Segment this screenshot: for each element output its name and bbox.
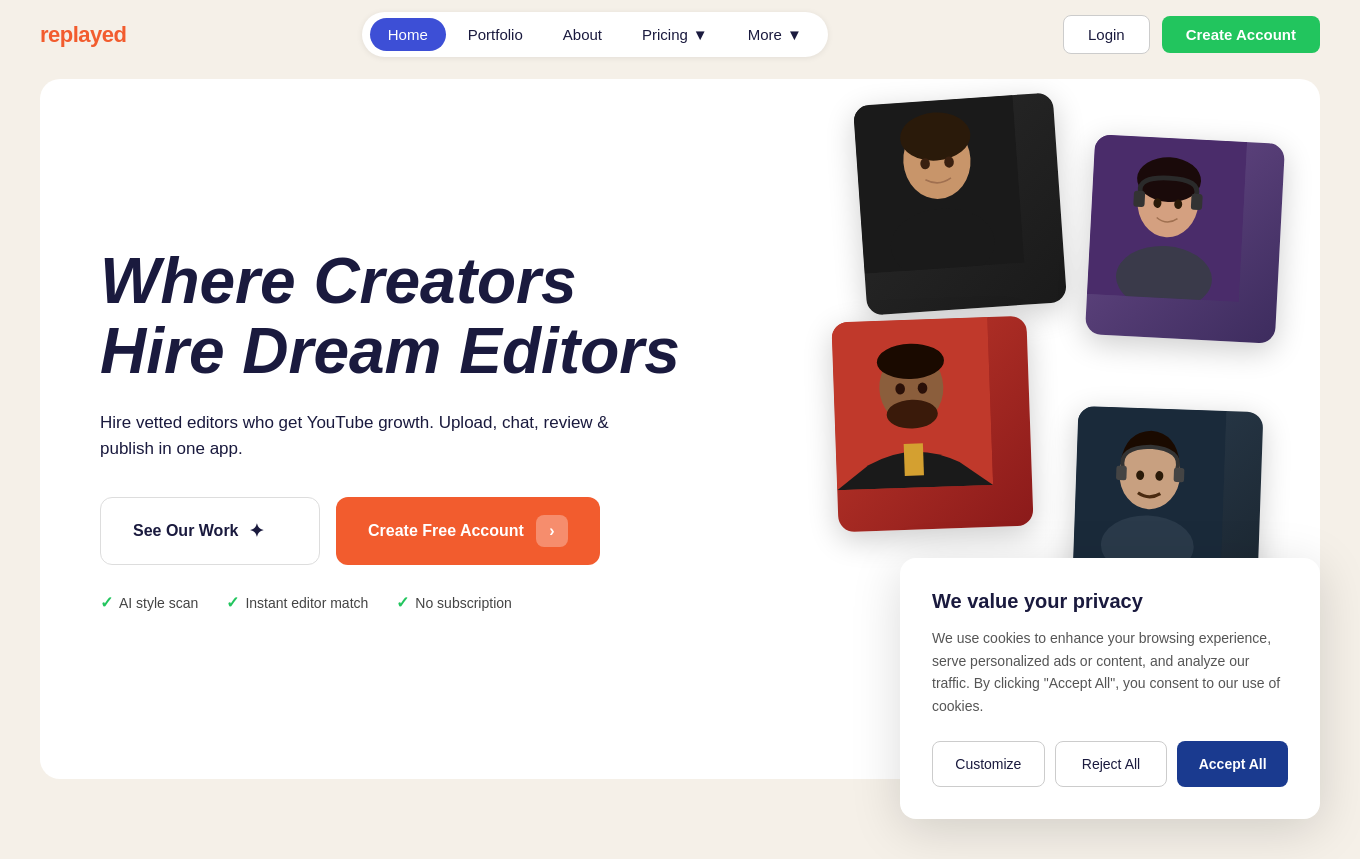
hero-title: Where Creators Hire Dream Editors xyxy=(100,246,700,387)
see-work-label: See Our Work xyxy=(133,522,239,540)
check-icon: ✓ xyxy=(100,593,113,612)
check-icon: ✓ xyxy=(226,593,239,612)
chevron-down-icon: ▼ xyxy=(693,26,708,43)
nav-link-home[interactable]: Home xyxy=(370,18,446,51)
svg-rect-24 xyxy=(1174,468,1185,483)
navbar: replayed Home Portfolio About Pricing ▼ … xyxy=(0,0,1360,69)
nav-links-container: Home Portfolio About Pricing ▼ More ▼ xyxy=(362,12,828,57)
feature-editor-match: ✓ Instant editor match xyxy=(226,593,368,612)
feature-ai-scan-label: AI style scan xyxy=(119,595,198,611)
editor-photo-3 xyxy=(831,316,1033,533)
feature-no-subscription-label: No subscription xyxy=(415,595,512,611)
login-button[interactable]: Login xyxy=(1063,15,1150,54)
accept-all-button[interactable]: Accept All xyxy=(1177,741,1288,787)
nav-link-more[interactable]: More ▼ xyxy=(730,18,820,51)
chevron-down-icon: ▼ xyxy=(787,26,802,43)
customize-button[interactable]: Customize xyxy=(932,741,1045,787)
editor-photo-1 xyxy=(853,92,1067,315)
brand-logo[interactable]: replayed xyxy=(40,22,127,48)
svg-rect-10 xyxy=(1191,194,1203,211)
create-free-button[interactable]: Create Free Account › xyxy=(336,497,600,565)
hero-section: Where Creators Hire Dream Editors Hire v… xyxy=(40,186,760,673)
nav-link-pricing[interactable]: Pricing ▼ xyxy=(624,18,726,51)
nav-actions: Login Create Account xyxy=(1063,15,1320,54)
feature-no-subscription: ✓ No subscription xyxy=(396,593,512,612)
svg-rect-23 xyxy=(1116,466,1127,481)
check-icon: ✓ xyxy=(396,593,409,612)
nav-link-about[interactable]: About xyxy=(545,18,620,51)
create-free-label: Create Free Account xyxy=(368,522,524,540)
hero-features: ✓ AI style scan ✓ Instant editor match ✓… xyxy=(100,593,700,612)
feature-editor-match-label: Instant editor match xyxy=(245,595,368,611)
cookie-banner: We value your privacy We use cookies to … xyxy=(900,558,1320,819)
reject-all-button[interactable]: Reject All xyxy=(1055,741,1168,787)
hero-buttons: See Our Work ✦ Create Free Account › xyxy=(100,497,700,565)
cookie-buttons: Customize Reject All Accept All xyxy=(932,741,1288,787)
cookie-text: We use cookies to enhance your browsing … xyxy=(932,627,1288,717)
sparkle-icon: ✦ xyxy=(249,520,264,542)
feature-ai-scan: ✓ AI style scan xyxy=(100,593,198,612)
svg-rect-18 xyxy=(904,443,924,476)
cookie-title: We value your privacy xyxy=(932,590,1288,613)
editor-photo-2 xyxy=(1085,134,1285,344)
svg-rect-9 xyxy=(1133,191,1145,208)
see-work-button[interactable]: See Our Work ✦ xyxy=(100,497,320,565)
nav-link-portfolio[interactable]: Portfolio xyxy=(450,18,541,51)
create-account-button[interactable]: Create Account xyxy=(1162,16,1320,53)
arrow-right-icon: › xyxy=(536,515,568,547)
hero-subtitle: Hire vetted editors who get YouTube grow… xyxy=(100,410,620,461)
